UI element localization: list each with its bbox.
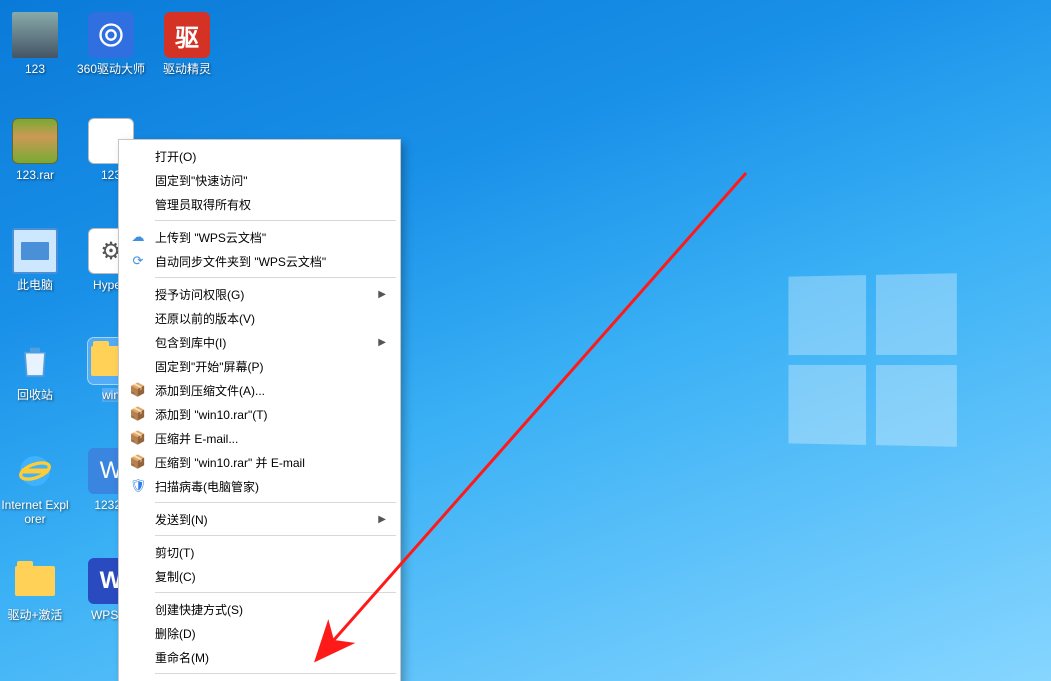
menu-upload-wps[interactable]: ☁ 上传到 "WPS云文档" [121, 225, 398, 249]
submenu-arrow-icon: ▶ [378, 289, 386, 300]
menu-label: 剪切(T) [155, 544, 194, 561]
menu-label: 扫描病毒(电脑管家) [155, 478, 259, 495]
menu-label: 压缩并 E-mail... [155, 430, 238, 447]
menu-pin-quick-access[interactable]: 固定到"快速访问" [121, 168, 398, 192]
menu-add-to-win10-rar[interactable]: 📦 添加到 "win10.rar"(T) [121, 402, 398, 426]
menu-label: 添加到压缩文件(A)... [155, 382, 265, 399]
recycle-bin-icon [12, 338, 58, 384]
menu-send-to[interactable]: 发送到(N) ▶ [121, 507, 398, 531]
menu-rename[interactable]: 重命名(M) [121, 645, 398, 669]
icon-label: 此电脑 [17, 278, 53, 292]
menu-separator [155, 502, 396, 503]
desktop-icon-drvgenius[interactable]: 驱 驱动精灵 [150, 12, 224, 76]
menu-label: 固定到"快速访问" [155, 172, 248, 189]
menu-sync-wps[interactable]: ⟳ 自动同步文件夹到 "WPS云文档" [121, 249, 398, 273]
folder-icon [12, 558, 58, 604]
icon-label: 360驱动大师 [77, 62, 145, 76]
menu-label: 发送到(N) [155, 511, 208, 528]
desktop-icon-ie[interactable]: Internet Explorer [0, 448, 72, 526]
sync-icon: ⟳ [129, 252, 147, 270]
menu-add-to-archive[interactable]: 📦 添加到压缩文件(A)... [121, 378, 398, 402]
winrar-icon: 📦 [129, 429, 147, 447]
menu-label: 授予访问权限(G) [155, 286, 244, 303]
menu-create-shortcut[interactable]: 创建快捷方式(S) [121, 597, 398, 621]
desktop-icon-drv-activate[interactable]: 驱动+激活 [0, 558, 72, 622]
icon-label: Internet Explorer [0, 498, 72, 526]
menu-label: 添加到 "win10.rar"(T) [155, 406, 268, 423]
icon-label: 驱动+激活 [7, 608, 62, 622]
menu-compress-email[interactable]: 📦 压缩并 E-mail... [121, 426, 398, 450]
menu-label: 删除(D) [155, 625, 196, 642]
menu-label: 打开(O) [155, 148, 196, 165]
menu-compress-win10-email[interactable]: 📦 压缩到 "win10.rar" 并 E-mail [121, 450, 398, 474]
ie-icon [12, 448, 58, 494]
menu-open[interactable]: 打开(O) [121, 144, 398, 168]
app-icon [88, 12, 134, 58]
menu-delete[interactable]: 删除(D) [121, 621, 398, 645]
this-pc-icon [12, 228, 58, 274]
menu-admin-take-ownership[interactable]: 管理员取得所有权 [121, 192, 398, 216]
menu-label: 自动同步文件夹到 "WPS云文档" [155, 253, 326, 270]
context-menu: 打开(O) 固定到"快速访问" 管理员取得所有权 ☁ 上传到 "WPS云文档" … [118, 139, 401, 681]
menu-label: 包含到库中(I) [155, 334, 226, 351]
submenu-arrow-icon: ▶ [378, 337, 386, 348]
menu-separator [155, 673, 396, 674]
menu-label: 创建快捷方式(S) [155, 601, 243, 618]
icon-label: 123 [25, 62, 45, 76]
icon-label: 驱动精灵 [163, 62, 211, 76]
windows-logo [788, 273, 956, 446]
menu-label: 上传到 "WPS云文档" [155, 229, 266, 246]
winrar-icon: 📦 [129, 381, 147, 399]
desktop-icon-this-pc[interactable]: 此电脑 [0, 228, 72, 292]
icon-label: 123.rar [16, 168, 54, 182]
menu-copy[interactable]: 复制(C) [121, 564, 398, 588]
rar-icon [12, 118, 58, 164]
menu-scan-virus[interactable]: 🛡 扫描病毒(电脑管家) [121, 474, 398, 498]
menu-include-in-library[interactable]: 包含到库中(I) ▶ [121, 330, 398, 354]
folder-icon [12, 12, 58, 58]
menu-separator [155, 220, 396, 221]
menu-restore-previous[interactable]: 还原以前的版本(V) [121, 306, 398, 330]
desktop-icon-folder-123[interactable]: 123 [0, 12, 72, 76]
menu-separator [155, 592, 396, 593]
menu-pin-start[interactable]: 固定到"开始"屏幕(P) [121, 354, 398, 378]
icon-label: 回收站 [17, 388, 53, 402]
desktop-icon-recycle-bin[interactable]: 回收站 [0, 338, 72, 402]
menu-separator [155, 277, 396, 278]
menu-label: 重命名(M) [155, 649, 209, 666]
menu-separator [155, 535, 396, 536]
menu-label: 复制(C) [155, 568, 196, 585]
desktop-icon-123rar[interactable]: 123.rar [0, 118, 72, 182]
winrar-icon: 📦 [129, 453, 147, 471]
submenu-arrow-icon: ▶ [378, 514, 386, 525]
menu-grant-access[interactable]: 授予访问权限(G) ▶ [121, 282, 398, 306]
app-icon: 驱 [164, 12, 210, 58]
menu-label: 还原以前的版本(V) [155, 310, 255, 327]
cloud-upload-icon: ☁ [129, 228, 147, 246]
menu-cut[interactable]: 剪切(T) [121, 540, 398, 564]
menu-label: 固定到"开始"屏幕(P) [155, 358, 264, 375]
menu-label: 管理员取得所有权 [155, 196, 251, 213]
menu-label: 压缩到 "win10.rar" 并 E-mail [155, 454, 305, 471]
winrar-icon: 📦 [129, 405, 147, 423]
shield-icon: 🛡 [129, 477, 147, 495]
desktop-icon-360[interactable]: 360驱动大师 [74, 12, 148, 76]
